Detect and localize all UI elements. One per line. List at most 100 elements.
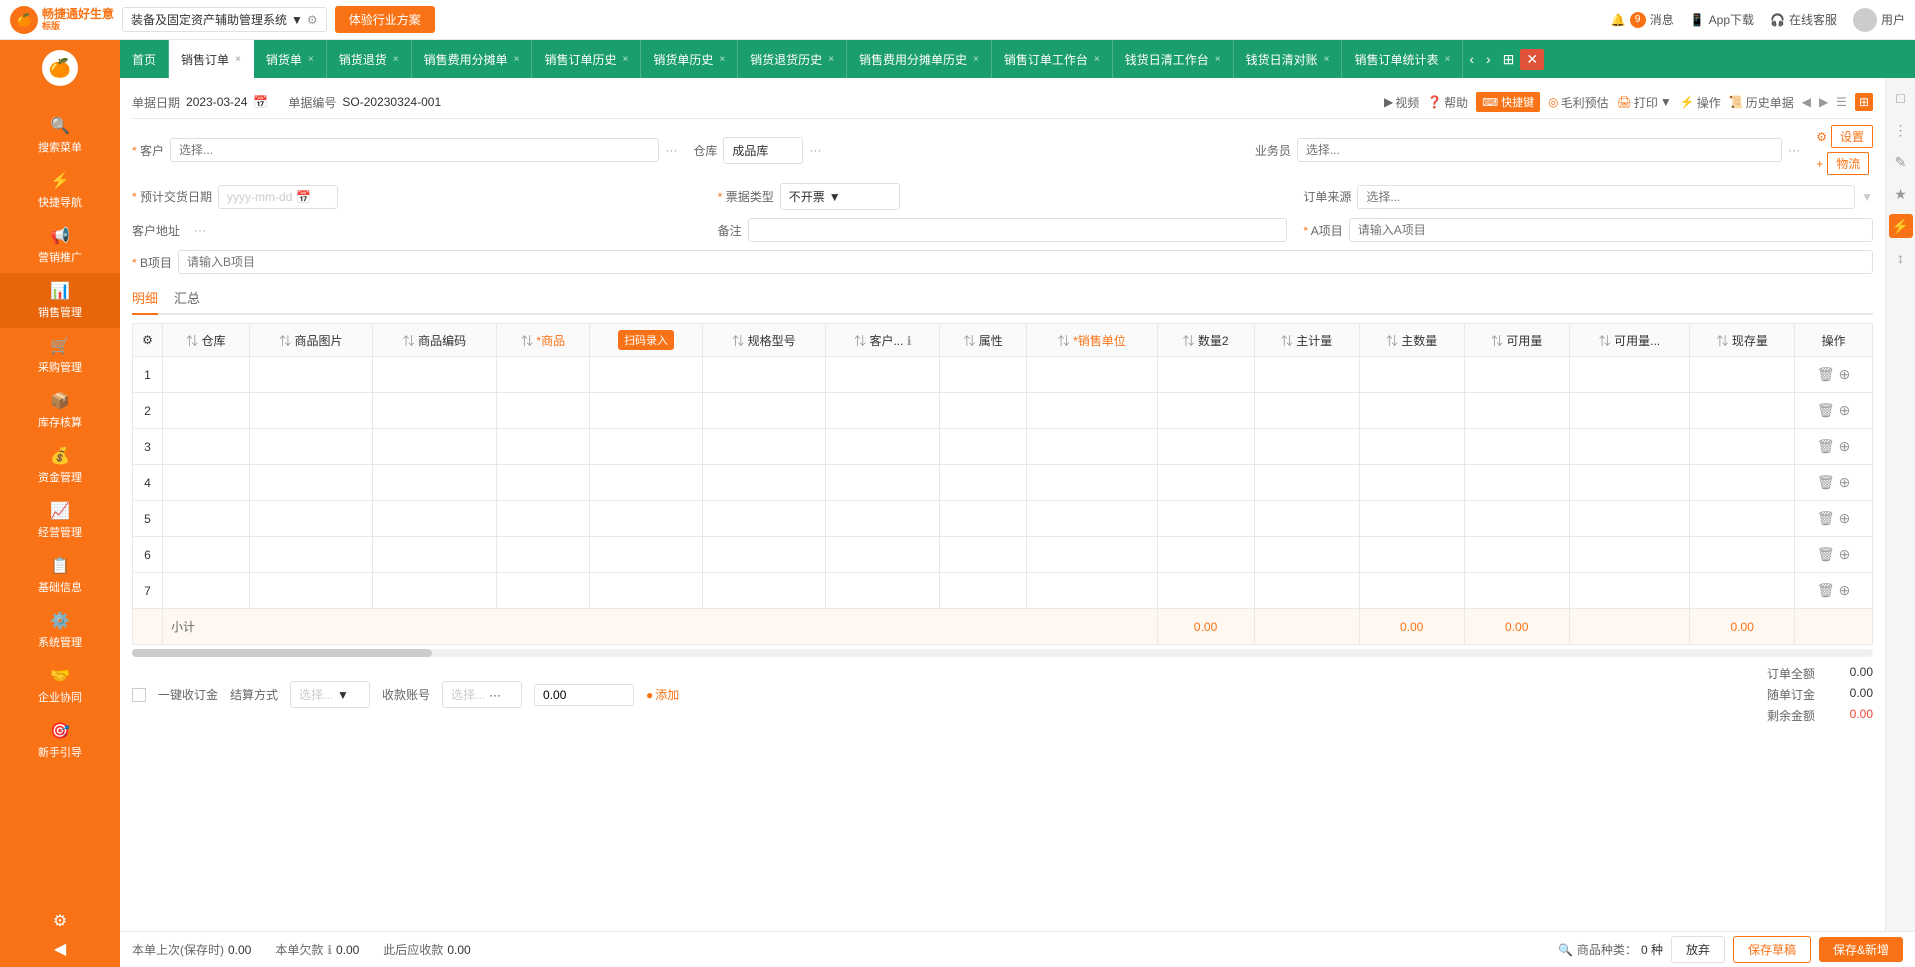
- tab-close-sales-summary[interactable]: ×: [1444, 54, 1450, 65]
- cell-avail2-1[interactable]: [1569, 357, 1689, 393]
- system-select[interactable]: 装备及固定资产辅助管理系统 ▼ ⚙: [122, 7, 327, 32]
- rp-icon-3[interactable]: ✎: [1889, 150, 1913, 174]
- tab-prev-btn[interactable]: ‹: [1463, 51, 1480, 67]
- tab-close-return-goods[interactable]: ×: [393, 54, 399, 65]
- cell-qty2-1[interactable]: [1157, 357, 1254, 393]
- cell-spec-1[interactable]: [702, 357, 826, 393]
- tab-close-daily-recon[interactable]: ×: [1324, 54, 1330, 65]
- tab-close-return-history[interactable]: ×: [719, 54, 725, 65]
- b-project-input[interactable]: [178, 250, 1873, 274]
- sidebar-item-quicknav[interactable]: ⚡ 快捷导航: [0, 163, 120, 218]
- prev-record-btn[interactable]: ◀: [1802, 95, 1811, 109]
- cell-warehouse-1[interactable]: [163, 357, 250, 393]
- discard-btn[interactable]: 放弃: [1671, 936, 1725, 963]
- tab-return-history2[interactable]: 销货退货历史 ×: [738, 40, 847, 78]
- sidebar-item-newbie[interactable]: 🎯 新手引导: [0, 713, 120, 768]
- tab-daily-recon[interactable]: 钱货日清对账 ×: [1234, 40, 1343, 78]
- sidebar-item-system[interactable]: ⚙️ 系统管理: [0, 603, 120, 658]
- help-link[interactable]: ❓帮助: [1427, 94, 1468, 111]
- copy-row-2[interactable]: ⊕: [1839, 402, 1851, 419]
- rp-icon-2[interactable]: ⋮: [1889, 118, 1913, 142]
- payment-amount-input[interactable]: [534, 684, 634, 706]
- sidebar-item-base[interactable]: 📋 基础信息: [0, 548, 120, 603]
- save-draft-btn[interactable]: 保存草稿: [1733, 936, 1811, 963]
- cell-img-1[interactable]: [249, 357, 373, 393]
- sidebar-collapse-icon[interactable]: ◀: [54, 939, 66, 959]
- copy-row-1[interactable]: ⊕: [1839, 366, 1851, 383]
- tab-close-daily-clear[interactable]: ×: [1215, 54, 1221, 65]
- next-record-btn[interactable]: ▶: [1819, 95, 1828, 109]
- tab-return-history[interactable]: 销货单历史 ×: [641, 40, 738, 78]
- address-dots[interactable]: ···: [194, 223, 206, 237]
- tab-order-workbench[interactable]: 销售订单工作台 ×: [992, 40, 1113, 78]
- cell-attr-1[interactable]: [940, 357, 1027, 393]
- sidebar-item-inventory[interactable]: 📦 库存核算: [0, 383, 120, 438]
- cell-avail-1[interactable]: [1464, 357, 1569, 393]
- delete-row-6[interactable]: 🗑: [1817, 546, 1835, 563]
- goods-label[interactable]: 物流: [1827, 152, 1869, 175]
- delete-row-2[interactable]: 🗑: [1817, 402, 1835, 419]
- delete-row-7[interactable]: 🗑: [1817, 582, 1835, 599]
- sidebar-item-finance[interactable]: 💰 资金管理: [0, 438, 120, 493]
- customer-dots[interactable]: ···: [665, 143, 677, 157]
- sidebar-settings-icon[interactable]: ⚙: [53, 911, 67, 931]
- print-link[interactable]: 🖨打印 ▼: [1617, 94, 1672, 111]
- sidebar-item-search[interactable]: 🔍 搜索菜单: [0, 108, 120, 163]
- horizontal-scrollbar[interactable]: [132, 649, 1873, 657]
- th-settings[interactable]: ⚙: [133, 324, 163, 357]
- account-select[interactable]: 选择... ···: [442, 681, 522, 708]
- remark-input[interactable]: [748, 218, 1288, 242]
- cell-mainqty-1[interactable]: [1359, 357, 1464, 393]
- tab-close-sales-order[interactable]: ×: [235, 54, 241, 65]
- rp-icon-4[interactable]: ★: [1889, 182, 1913, 206]
- tab-close-order-workbench[interactable]: ×: [1094, 54, 1100, 65]
- profit-link[interactable]: ◎毛利预估: [1548, 94, 1609, 111]
- order-source-input[interactable]: [1357, 185, 1855, 209]
- column-settings-icon[interactable]: ⚙: [142, 333, 153, 347]
- sidebar-item-sales[interactable]: 📊 销售管理: [0, 273, 120, 328]
- copy-row-4[interactable]: ⊕: [1839, 474, 1851, 491]
- list-view-btn[interactable]: ☰: [1836, 95, 1847, 109]
- tab-daily-clear[interactable]: 钱货日清工作台 ×: [1113, 40, 1234, 78]
- staff-input[interactable]: [1297, 138, 1782, 162]
- calendar-icon[interactable]: 📅: [253, 95, 268, 109]
- copy-row-5[interactable]: ⊕: [1839, 510, 1851, 527]
- settings-label[interactable]: 设置: [1831, 125, 1873, 148]
- customer-input[interactable]: [170, 138, 659, 162]
- copy-row-6[interactable]: ⊕: [1839, 546, 1851, 563]
- delete-row-1[interactable]: 🗑: [1817, 366, 1835, 383]
- one-click-checkbox[interactable]: [132, 688, 146, 702]
- sidebar-item-operations[interactable]: 📈 经营管理: [0, 493, 120, 548]
- cell-stock-1[interactable]: [1690, 357, 1795, 393]
- cell-scan-1[interactable]: [590, 357, 702, 393]
- staff-dots[interactable]: ···: [1788, 143, 1800, 157]
- delete-row-4[interactable]: 🗑: [1817, 474, 1835, 491]
- tab-close-return-history2[interactable]: ×: [828, 54, 834, 65]
- tab-sales-order[interactable]: 销售订单 ×: [169, 40, 254, 78]
- shortcut-btn[interactable]: ⌨ 快捷键: [1476, 92, 1540, 112]
- delete-row-5[interactable]: 🗑: [1817, 510, 1835, 527]
- notification-group[interactable]: 🔔 9 消息: [1611, 11, 1674, 28]
- ops-link[interactable]: ⚡操作: [1680, 94, 1721, 111]
- copy-row-7[interactable]: ⊕: [1839, 582, 1851, 599]
- cell-mainunit-1[interactable]: [1254, 357, 1359, 393]
- tab-order-history[interactable]: 销售订单历史 ×: [532, 40, 641, 78]
- sidebar-item-enterprise[interactable]: 🤝 企业协同: [0, 658, 120, 713]
- tab-expense-split[interactable]: 销售费用分摊单 ×: [412, 40, 533, 78]
- tab-close-expense-history[interactable]: ×: [973, 54, 979, 65]
- app-download-group[interactable]: 📱 App下载: [1690, 11, 1754, 28]
- rp-icon-5[interactable]: ⚡: [1889, 214, 1913, 238]
- tab-summary[interactable]: 汇总: [174, 282, 200, 315]
- tab-close-expense-split[interactable]: ×: [514, 54, 520, 65]
- tab-home[interactable]: 首页: [120, 40, 169, 78]
- trial-btn[interactable]: 体验行业方案: [335, 6, 435, 33]
- sidebar-item-marketing[interactable]: 📢 营销推广: [0, 218, 120, 273]
- delete-row-3[interactable]: 🗑: [1817, 438, 1835, 455]
- tab-next-btn[interactable]: ›: [1480, 51, 1497, 67]
- tab-menu-btn[interactable]: ⊞: [1497, 51, 1521, 68]
- scan-btn[interactable]: 扫码录入: [618, 330, 674, 350]
- cell-custcode-1[interactable]: [826, 357, 940, 393]
- tab-sales-return[interactable]: 销货单 ×: [254, 40, 327, 78]
- tab-close-order-history[interactable]: ×: [622, 54, 628, 65]
- cell-unit-1[interactable]: [1026, 357, 1157, 393]
